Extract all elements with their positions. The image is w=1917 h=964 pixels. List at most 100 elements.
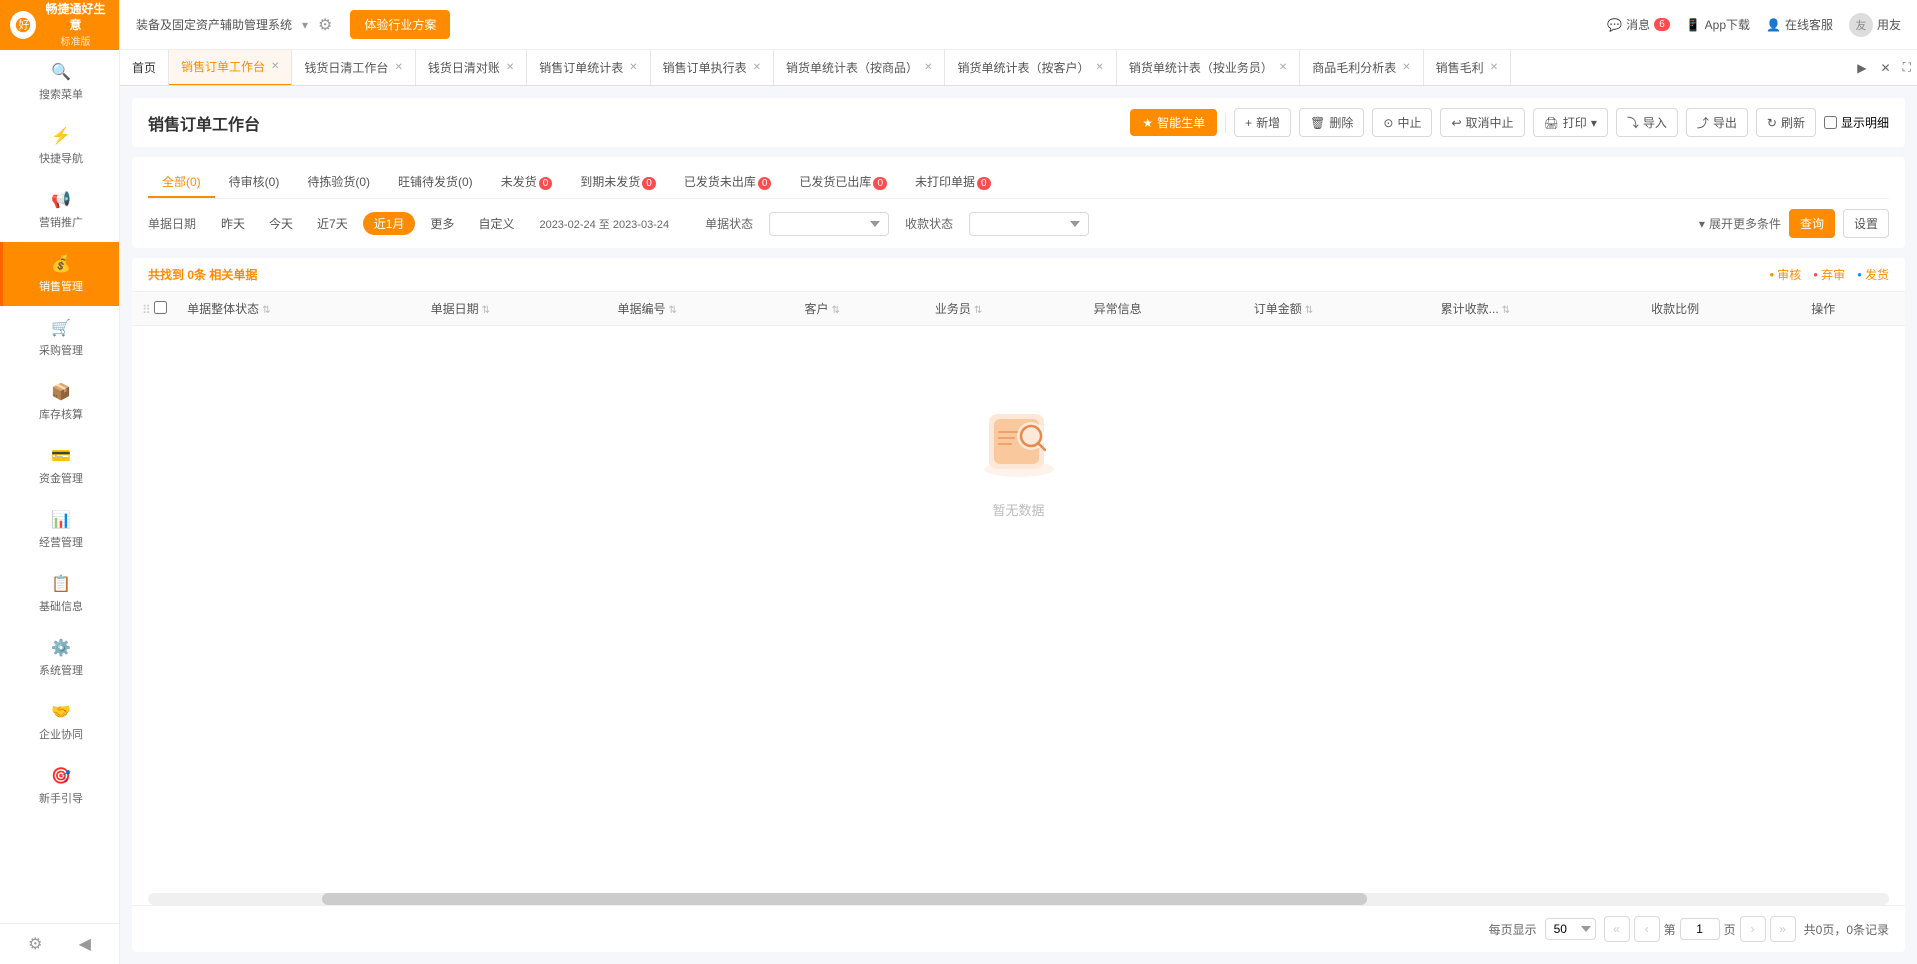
filter-tab-未发货[interactable]: 未发货0: [487, 167, 567, 198]
filter-tab-到期未发货[interactable]: 到期未发货0: [566, 167, 670, 198]
cancel-review-action-button[interactable]: 弃审: [1813, 266, 1845, 283]
sidebar-item-system[interactable]: ⚙️系统管理: [0, 626, 119, 690]
tab-close-sales-customer[interactable]: ✕: [1095, 62, 1103, 73]
settings-icon[interactable]: ⚙: [28, 934, 42, 954]
smart-create-button[interactable]: ★ 智能生单: [1130, 109, 1217, 136]
prev-page-button[interactable]: ‹: [1634, 916, 1660, 942]
add-button[interactable]: + 新增: [1234, 108, 1291, 137]
tab-sales-workbench[interactable]: 销售订单工作台✕: [169, 50, 292, 86]
sidebar-item-guide[interactable]: 🎯新手引导: [0, 754, 119, 818]
date-quick-btn-近7天[interactable]: 近7天: [308, 212, 357, 235]
tab-cash-daily[interactable]: 钱货日清工作台✕: [292, 50, 415, 86]
tab-sales-stats[interactable]: 销售订单统计表✕: [527, 50, 650, 86]
import-button[interactable]: ⤵ 导入: [1616, 108, 1678, 137]
tab-close-cash-daily[interactable]: ✕: [394, 62, 402, 73]
filter-tab-已发货未出库[interactable]: 已发货未出库0: [670, 167, 786, 198]
tab-close-sales-profit[interactable]: ✕: [1490, 62, 1498, 73]
collapse-icon[interactable]: ◀: [79, 934, 91, 954]
stop-icon: ⊙: [1383, 116, 1393, 130]
tab-sales-goods[interactable]: 销货单统计表（按商品）✕: [774, 50, 945, 86]
date-quick-btn-昨天[interactable]: 昨天: [212, 212, 254, 235]
tab-close-sales-stats[interactable]: ✕: [629, 62, 637, 73]
first-page-button[interactable]: «: [1604, 916, 1630, 942]
sidebar-item-marketing[interactable]: 📢营销推广: [0, 178, 119, 242]
tab-home[interactable]: 首页: [120, 50, 169, 86]
tab-close-all-icon[interactable]: ✕: [1875, 61, 1897, 75]
print-button[interactable]: 🖨 打印 ▾: [1533, 108, 1608, 137]
nav-label-basic-info: 基础信息: [39, 598, 83, 614]
next-page-button[interactable]: ›: [1740, 916, 1766, 942]
sidebar-item-enterprise[interactable]: 🤝企业协同: [0, 690, 119, 754]
online-service-item[interactable]: 👤 在线客服: [1766, 16, 1833, 33]
horizontal-scrollbar[interactable]: [148, 893, 1889, 905]
tab-close-sales-goods[interactable]: ✕: [924, 62, 932, 73]
page-number-input[interactable]: [1680, 918, 1720, 940]
sidebar-item-inventory[interactable]: 📦库存核算: [0, 370, 119, 434]
tab-sales-staff[interactable]: 销货单统计表（按业务员）✕: [1117, 50, 1300, 86]
filter-tab-全部[interactable]: 全部(0): [148, 167, 215, 198]
tab-more-icon[interactable]: ▶: [1849, 61, 1874, 75]
tab-cash-reconcile[interactable]: 钱货日清对账✕: [416, 50, 527, 86]
scrollbar-thumb[interactable]: [322, 893, 1367, 905]
filter-tab-待审核[interactable]: 待审核(0): [215, 167, 294, 198]
message-item[interactable]: 💬 消息 6: [1607, 16, 1670, 33]
industry-solution-button[interactable]: 体验行业方案: [350, 10, 450, 39]
app-download-item[interactable]: 📱 App下载: [1686, 16, 1750, 33]
query-button[interactable]: 查询: [1789, 209, 1835, 238]
date-quick-btn-更多[interactable]: 更多: [421, 212, 463, 235]
date-quick-btn-今天[interactable]: 今天: [260, 212, 302, 235]
column-单据编号[interactable]: 单据编号⇅: [608, 292, 795, 326]
select-all-checkbox[interactable]: [154, 301, 167, 314]
sidebar-item-basic-info[interactable]: 📋基础信息: [0, 562, 119, 626]
tab-close-gross-profit[interactable]: ✕: [1402, 62, 1410, 73]
expand-filter-button[interactable]: ▾ 展开更多条件: [1699, 215, 1781, 232]
status-select[interactable]: [769, 212, 889, 236]
filter-tab-badge: 0: [642, 177, 656, 190]
sidebar-item-finance[interactable]: 💳资金管理: [0, 434, 119, 498]
filter-tab-待拣验货[interactable]: 待拣验货(0): [293, 167, 384, 198]
sidebar-item-operation[interactable]: 📊经营管理: [0, 498, 119, 562]
column-业务员[interactable]: 业务员⇅: [925, 292, 1084, 326]
tab-sales-exec[interactable]: 销售订单执行表✕: [651, 50, 774, 86]
payment-select[interactable]: [969, 212, 1089, 236]
tab-sales-profit[interactable]: 销售毛利✕: [1424, 50, 1511, 86]
page-size-select[interactable]: 50 20 100: [1545, 918, 1596, 940]
gear-icon[interactable]: ⚙: [318, 15, 332, 35]
tab-close-sales-staff[interactable]: ✕: [1279, 62, 1287, 73]
page-total: 共0页，0条记录: [1804, 921, 1889, 938]
filter-tab-旺铺待发货[interactable]: 旺铺待发货(0): [384, 167, 487, 198]
column-单据整体状态[interactable]: 单据整体状态⇅: [177, 292, 420, 326]
settings-filter-button[interactable]: 设置: [1843, 209, 1889, 238]
sidebar-item-sales[interactable]: 💰销售管理: [0, 242, 119, 306]
tab-close-sales-exec[interactable]: ✕: [753, 62, 761, 73]
cancel-stop-button[interactable]: ↩ 取消中止: [1440, 108, 1524, 137]
sidebar-item-quick-nav[interactable]: ⚡快捷导航: [0, 114, 119, 178]
column-单据日期[interactable]: 单据日期⇅: [421, 292, 608, 326]
sidebar-item-search[interactable]: 🔍搜索菜单: [0, 50, 119, 114]
filter-tab-未打印单据[interactable]: 未打印单据0: [901, 167, 1005, 198]
show-detail-checkbox[interactable]: [1824, 116, 1837, 129]
show-detail-label[interactable]: 显示明细: [1824, 114, 1889, 131]
date-quick-btn-近1月[interactable]: 近1月: [363, 212, 416, 235]
date-quick-btn-自定义[interactable]: 自定义: [469, 212, 523, 235]
tab-expand-icon[interactable]: ⛶: [1897, 60, 1917, 75]
stop-button[interactable]: ⊙ 中止: [1372, 108, 1432, 137]
message-badge: 6: [1654, 18, 1670, 31]
ship-action-button[interactable]: 发货: [1857, 266, 1889, 283]
sidebar-item-purchase[interactable]: 🛒采购管理: [0, 306, 119, 370]
delete-button[interactable]: 🗑 删除: [1299, 108, 1364, 137]
column-收款比例: 收款比例: [1641, 292, 1801, 326]
tab-close-cash-reconcile[interactable]: ✕: [506, 62, 514, 73]
export-button[interactable]: ⤴ 导出: [1686, 108, 1748, 137]
tab-close-sales-workbench[interactable]: ✕: [271, 61, 279, 72]
refresh-button[interactable]: ↻ 刷新: [1756, 108, 1816, 137]
filter-tab-已发货已出库[interactable]: 已发货已出库0: [785, 167, 901, 198]
column-订单金额[interactable]: 订单金额⇅: [1244, 292, 1431, 326]
tab-sales-customer[interactable]: 销货单统计表（按客户）✕: [945, 50, 1116, 86]
last-page-button[interactable]: »: [1770, 916, 1796, 942]
column-客户[interactable]: 客户⇅: [794, 292, 924, 326]
review-action-button[interactable]: 审核: [1769, 266, 1801, 283]
column-累计收款...[interactable]: 累计收款...⇅: [1431, 292, 1641, 326]
user-item[interactable]: 友 用友: [1849, 13, 1901, 37]
tab-gross-profit[interactable]: 商品毛利分析表✕: [1300, 50, 1423, 86]
